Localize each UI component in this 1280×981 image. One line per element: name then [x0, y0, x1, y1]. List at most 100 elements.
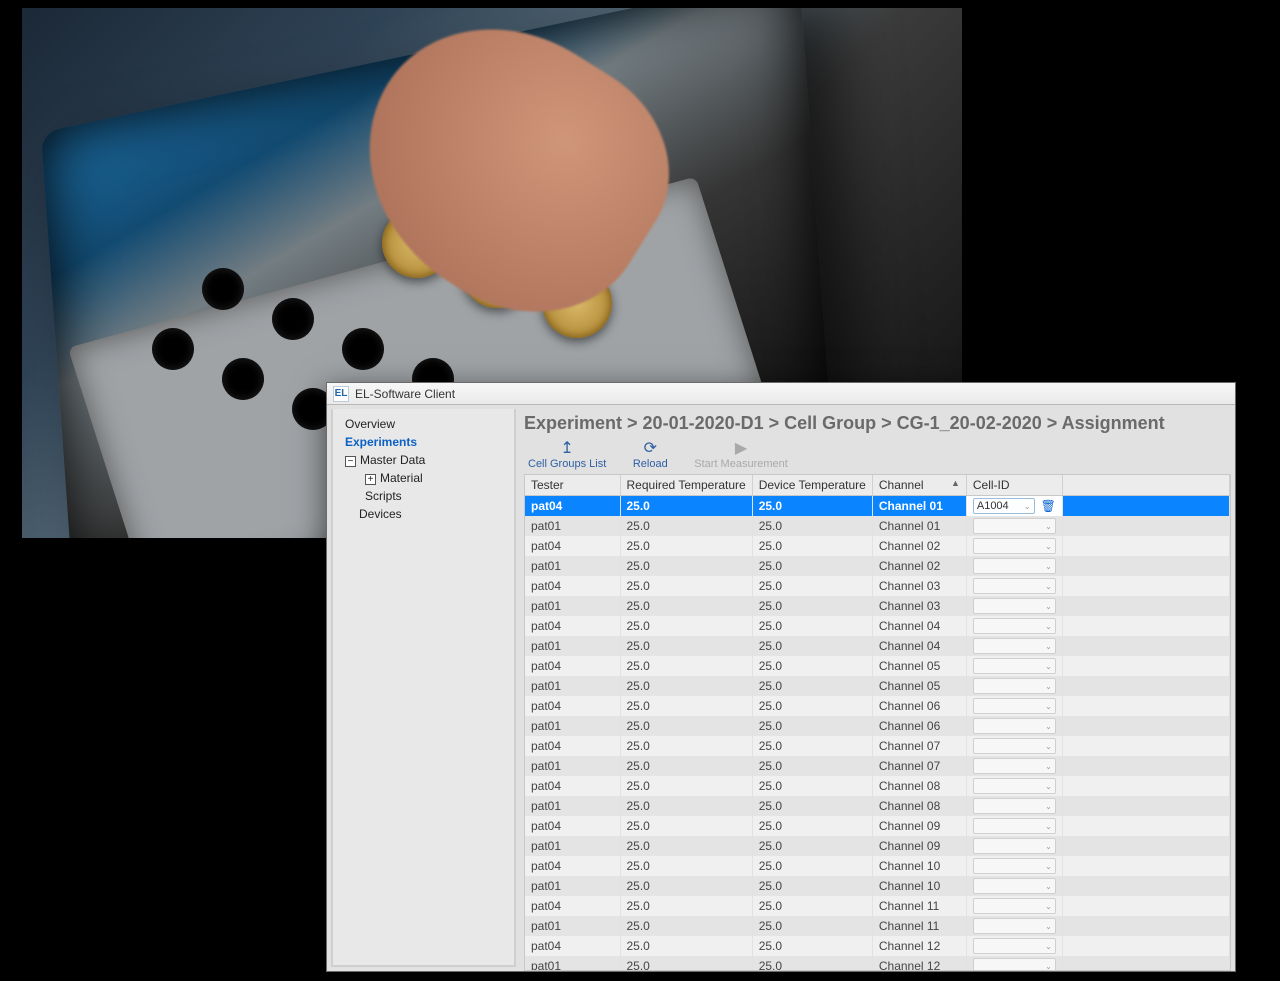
- cellid-dropdown[interactable]: A1004⌄: [973, 498, 1035, 514]
- cellid-dropdown[interactable]: ⌄: [973, 738, 1056, 754]
- cellid-dropdown[interactable]: ⌄: [973, 798, 1056, 814]
- table-row[interactable]: pat0425.025.0Channel 05⌄: [525, 656, 1230, 676]
- cellid-dropdown[interactable]: ⌄: [973, 958, 1056, 971]
- cell-cellid[interactable]: ⌄: [966, 596, 1062, 616]
- cell-req-temp: 25.0: [620, 856, 752, 876]
- cell-tester: pat01: [525, 796, 620, 816]
- table-row[interactable]: pat0425.025.0Channel 06⌄: [525, 696, 1230, 716]
- cellid-dropdown[interactable]: ⌄: [973, 538, 1056, 554]
- table-row[interactable]: pat0125.025.0Channel 10⌄: [525, 876, 1230, 896]
- cell-cellid[interactable]: ⌄: [966, 856, 1062, 876]
- table-row[interactable]: pat0425.025.0Channel 08⌄: [525, 776, 1230, 796]
- cellid-dropdown[interactable]: ⌄: [973, 658, 1056, 674]
- table-row[interactable]: pat0425.025.0Channel 09⌄: [525, 816, 1230, 836]
- table-row[interactable]: pat0125.025.0Channel 04⌄: [525, 636, 1230, 656]
- sub-toolbar: ↥ Cell Groups List ⟳ Reload ▶ Start Meas…: [524, 438, 1231, 475]
- cell-cellid[interactable]: ⌄: [966, 656, 1062, 676]
- sidebar-item-experiments[interactable]: Experiments: [337, 433, 510, 451]
- cell-dev-temp: 25.0: [752, 696, 872, 716]
- col-reqtemp[interactable]: Required Temperature: [620, 475, 752, 496]
- cellid-dropdown[interactable]: ⌄: [973, 638, 1056, 654]
- cell-cellid[interactable]: ⌄: [966, 816, 1062, 836]
- table-row[interactable]: pat0125.025.0Channel 02⌄: [525, 556, 1230, 576]
- table-row[interactable]: pat0125.025.0Channel 09⌄: [525, 836, 1230, 856]
- table-row[interactable]: pat0425.025.0Channel 12⌄: [525, 936, 1230, 956]
- cell-cellid[interactable]: ⌄: [966, 756, 1062, 776]
- cell-dev-temp: 25.0: [752, 896, 872, 916]
- table-row[interactable]: pat0425.025.0Channel 10⌄: [525, 856, 1230, 876]
- reload-button[interactable]: ⟳ Reload: [620, 440, 680, 470]
- col-channel[interactable]: Channel▲: [872, 475, 966, 496]
- delete-icon[interactable]: 🗑: [1041, 499, 1056, 513]
- cell-cellid[interactable]: ⌄: [966, 876, 1062, 896]
- col-cellid[interactable]: Cell-ID: [966, 475, 1062, 496]
- table-row[interactable]: pat0125.025.0Channel 11⌄: [525, 916, 1230, 936]
- sidebar-item-overview[interactable]: Overview: [337, 415, 510, 433]
- table-row[interactable]: pat0125.025.0Channel 03⌄: [525, 596, 1230, 616]
- cellid-dropdown[interactable]: ⌄: [973, 698, 1056, 714]
- cellid-dropdown[interactable]: ⌄: [973, 858, 1056, 874]
- table-row[interactable]: pat0425.025.0Channel 07⌄: [525, 736, 1230, 756]
- table-row[interactable]: pat0425.025.0Channel 11⌄: [525, 896, 1230, 916]
- table-row[interactable]: pat0125.025.0Channel 01⌄: [525, 516, 1230, 536]
- chevron-down-icon: ⌄: [1045, 782, 1052, 791]
- cellid-dropdown[interactable]: ⌄: [973, 878, 1056, 894]
- cell-cellid[interactable]: ⌄: [966, 716, 1062, 736]
- cellid-dropdown[interactable]: ⌄: [973, 778, 1056, 794]
- cell-cellid[interactable]: ⌄: [966, 956, 1062, 971]
- up-arrow-icon: ↥: [560, 440, 573, 458]
- sidebar-item-masterdata[interactable]: −Master Data: [337, 451, 510, 469]
- cell-cellid[interactable]: ⌄: [966, 536, 1062, 556]
- sidebar-item-material[interactable]: +Material: [337, 469, 510, 487]
- cellid-dropdown[interactable]: ⌄: [973, 678, 1056, 694]
- cell-cellid[interactable]: ⌄: [966, 896, 1062, 916]
- cell-cellid[interactable]: A1004⌄ 🗑: [966, 496, 1062, 517]
- cell-cellid[interactable]: ⌄: [966, 676, 1062, 696]
- table-row[interactable]: pat0425.025.0Channel 03⌄: [525, 576, 1230, 596]
- cellid-dropdown[interactable]: ⌄: [973, 838, 1056, 854]
- sidebar-item-scripts[interactable]: Scripts: [337, 487, 510, 505]
- cell-cellid[interactable]: ⌄: [966, 696, 1062, 716]
- cellid-dropdown[interactable]: ⌄: [973, 918, 1056, 934]
- table-row[interactable]: pat0125.025.0Channel 12⌄: [525, 956, 1230, 971]
- expand-icon[interactable]: +: [365, 474, 376, 485]
- cell-cellid[interactable]: ⌄: [966, 616, 1062, 636]
- cell-cellid[interactable]: ⌄: [966, 776, 1062, 796]
- cell-req-temp: 25.0: [620, 676, 752, 696]
- cellid-dropdown[interactable]: ⌄: [973, 618, 1056, 634]
- cellid-dropdown[interactable]: ⌄: [973, 898, 1056, 914]
- table-row[interactable]: pat0125.025.0Channel 08⌄: [525, 796, 1230, 816]
- cell-cellid[interactable]: ⌄: [966, 576, 1062, 596]
- cell-cellid[interactable]: ⌄: [966, 556, 1062, 576]
- cellid-dropdown[interactable]: ⌄: [973, 718, 1056, 734]
- cell-cellid[interactable]: ⌄: [966, 636, 1062, 656]
- col-tester[interactable]: Tester: [525, 475, 620, 496]
- collapse-icon[interactable]: −: [345, 456, 356, 467]
- cell-req-temp: 25.0: [620, 816, 752, 836]
- assignment-table-wrap[interactable]: Tester Required Temperature Device Tempe…: [524, 475, 1231, 971]
- cell-cellid[interactable]: ⌄: [966, 936, 1062, 956]
- table-row[interactable]: pat0425.025.0Channel 01A1004⌄🗑: [525, 496, 1230, 517]
- cellid-dropdown[interactable]: ⌄: [973, 758, 1056, 774]
- col-devtemp[interactable]: Device Temperature: [752, 475, 872, 496]
- table-row[interactable]: pat0425.025.0Channel 02⌄: [525, 536, 1230, 556]
- cellid-dropdown[interactable]: ⌄: [973, 578, 1056, 594]
- sidebar-item-devices[interactable]: Devices: [337, 505, 510, 523]
- title-bar[interactable]: EL EL-Software Client: [327, 383, 1235, 405]
- cellid-dropdown[interactable]: ⌄: [973, 558, 1056, 574]
- cellid-dropdown[interactable]: ⌄: [973, 598, 1056, 614]
- cellid-dropdown[interactable]: ⌄: [973, 938, 1056, 954]
- cell-cellid[interactable]: ⌄: [966, 836, 1062, 856]
- table-row[interactable]: pat0125.025.0Channel 05⌄: [525, 676, 1230, 696]
- table-row[interactable]: pat0125.025.0Channel 07⌄: [525, 756, 1230, 776]
- table-row[interactable]: pat0425.025.0Channel 04⌄: [525, 616, 1230, 636]
- cell-cellid[interactable]: ⌄: [966, 736, 1062, 756]
- table-row[interactable]: pat0125.025.0Channel 06⌄: [525, 716, 1230, 736]
- chevron-down-icon: ⌄: [1045, 942, 1052, 951]
- cell-cellid[interactable]: ⌄: [966, 796, 1062, 816]
- cellid-dropdown[interactable]: ⌄: [973, 518, 1056, 534]
- cellid-dropdown[interactable]: ⌄: [973, 818, 1056, 834]
- cell-cellid[interactable]: ⌄: [966, 516, 1062, 536]
- cell-groups-list-button[interactable]: ↥ Cell Groups List: [528, 440, 606, 470]
- cell-cellid[interactable]: ⌄: [966, 916, 1062, 936]
